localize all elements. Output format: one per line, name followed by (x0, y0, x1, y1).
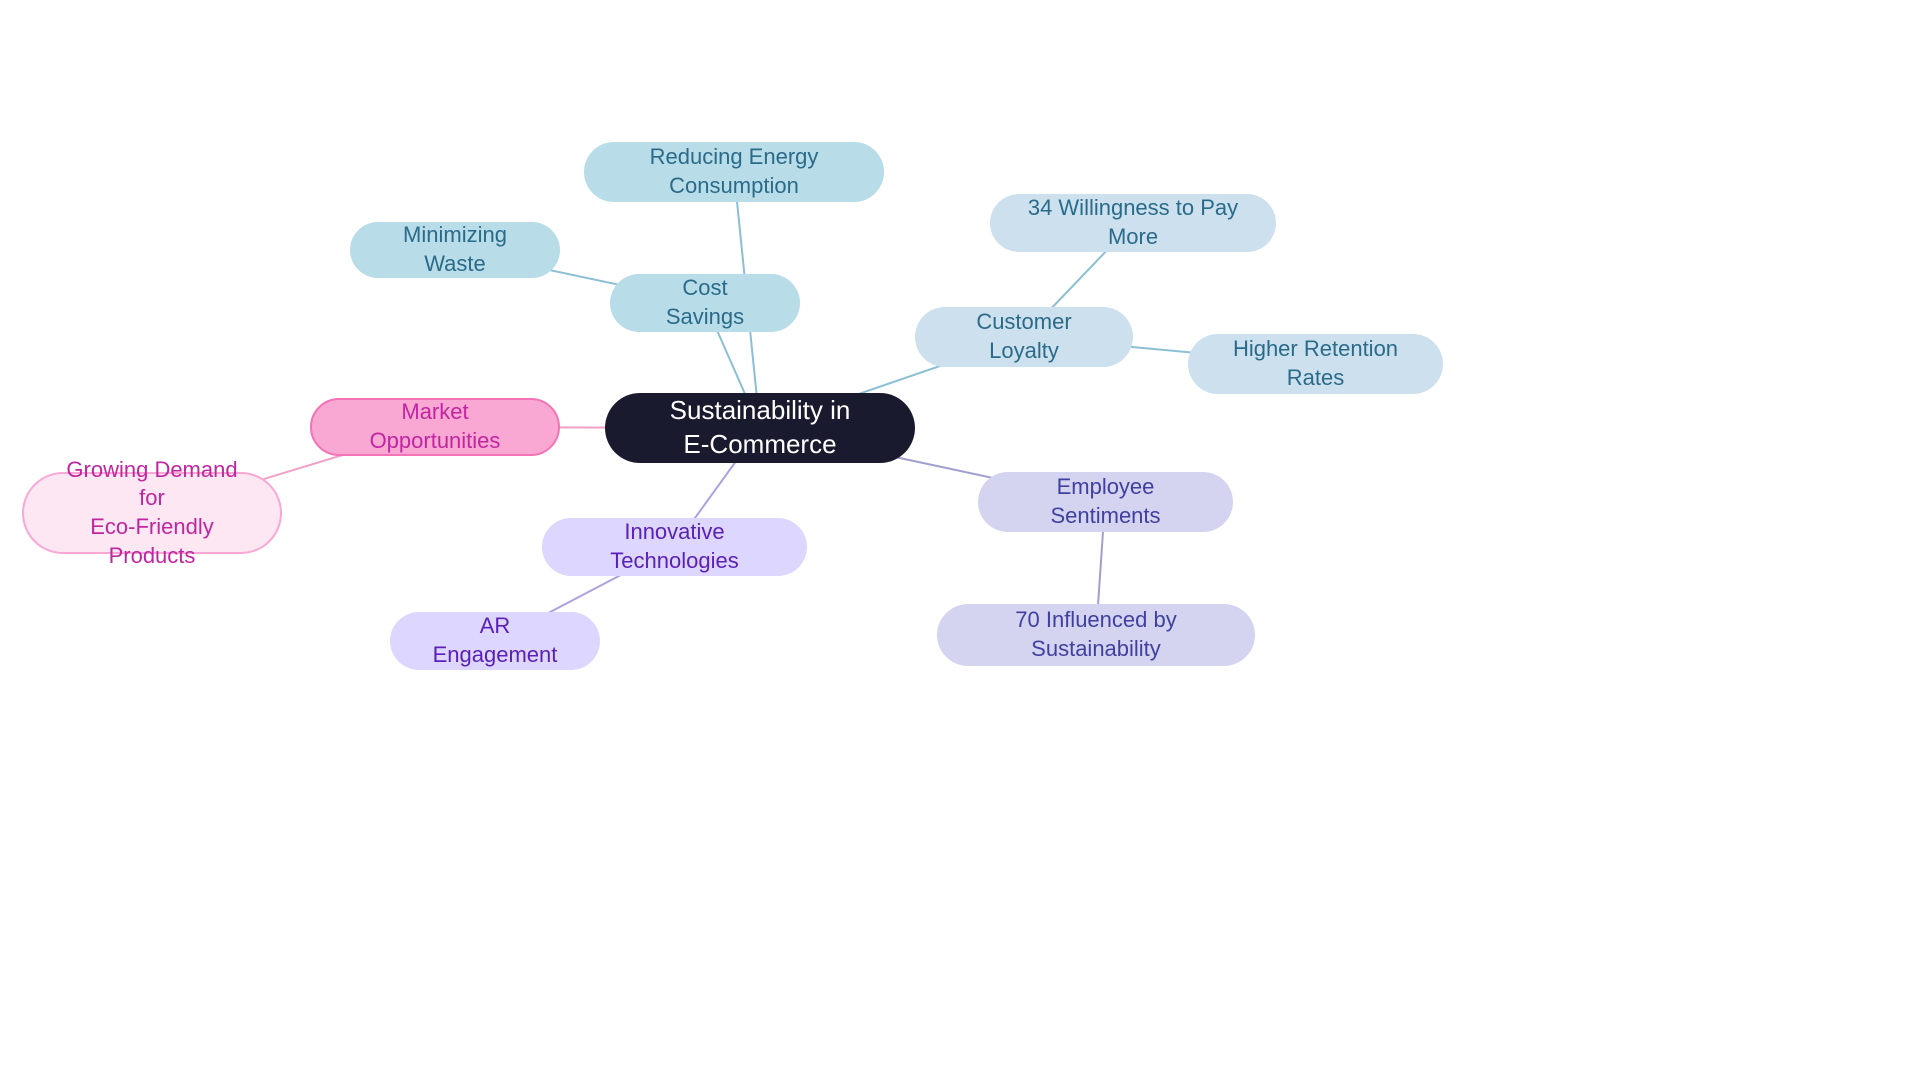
employee-sentiments-node: Employee Sentiments (978, 472, 1233, 532)
influenced-sustainability-node: 70 Influenced by Sustainability (937, 604, 1255, 666)
growing-demand-label: Growing Demand for Eco-Friendly Products (56, 456, 248, 570)
innovative-tech-node: Innovative Technologies (542, 518, 807, 576)
reducing-energy-node: Reducing Energy Consumption (584, 142, 884, 202)
minimizing-waste-node: Minimizing Waste (350, 222, 560, 278)
ar-engagement-node: AR Engagement (390, 612, 600, 670)
customer-loyalty-node: Customer Loyalty (915, 307, 1133, 367)
market-opportunities-node: Market Opportunities (310, 398, 560, 456)
growing-demand-node: Growing Demand for Eco-Friendly Products (22, 472, 282, 554)
center-node: Sustainability in E-Commerce (605, 393, 915, 463)
cost-savings-node: Cost Savings (610, 274, 800, 332)
willingness-to-pay-node: 34 Willingness to Pay More (990, 194, 1276, 252)
higher-retention-node: Higher Retention Rates (1188, 334, 1443, 394)
